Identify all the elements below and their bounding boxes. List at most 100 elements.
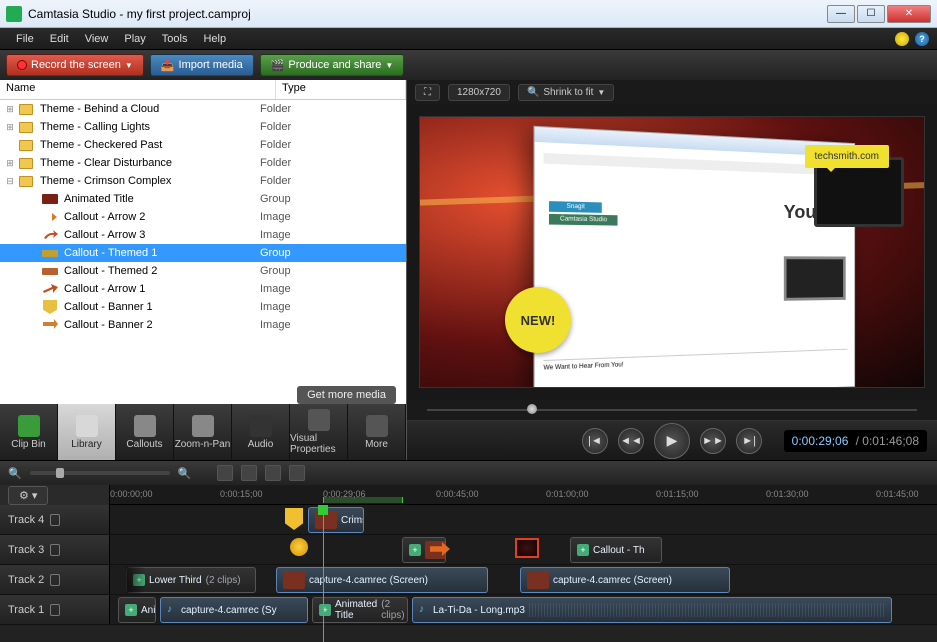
timeline-clip[interactable]: Crimson( bbox=[308, 507, 364, 533]
tab-audio[interactable]: Audio bbox=[232, 404, 290, 460]
play-button[interactable]: ▶ bbox=[654, 423, 690, 459]
track-lane[interactable]: +Lower Third (2 clips) capture-4.camrec (… bbox=[110, 565, 937, 594]
timeline-clip[interactable]: capture-4.camrec (Screen) bbox=[276, 567, 488, 593]
timeline-clip[interactable]: +Animated Title (2 clips) bbox=[312, 597, 408, 623]
app-icon bbox=[6, 6, 22, 22]
library-row[interactable]: ⊞Theme - Clear DisturbanceFolder bbox=[0, 154, 406, 172]
help-icon[interactable]: ? bbox=[915, 32, 929, 46]
banner1-icon bbox=[40, 300, 60, 314]
library-row[interactable]: Animated TitleGroup bbox=[0, 190, 406, 208]
library-row[interactable]: Callout - Themed 2Group bbox=[0, 262, 406, 280]
preview-scrubber[interactable] bbox=[407, 400, 937, 420]
lock-icon[interactable] bbox=[50, 604, 60, 616]
timeline-clip[interactable]: +Lower Third (2 clips) bbox=[126, 567, 256, 593]
waveform bbox=[529, 603, 885, 617]
preview-zoom-mode[interactable]: 🔍 Shrink to fit ▼ bbox=[518, 84, 614, 101]
library-row[interactable]: Callout - Arrow 2Image bbox=[0, 208, 406, 226]
library-row[interactable]: Callout - Arrow 3Image bbox=[0, 226, 406, 244]
import-label: Import media bbox=[179, 59, 243, 71]
lock-icon[interactable] bbox=[50, 574, 60, 586]
lock-icon[interactable] bbox=[50, 514, 60, 526]
timeline-clip[interactable]: ♪capture-4.camrec (Sy bbox=[160, 597, 308, 623]
library-row[interactable]: Callout - Themed 1Group bbox=[0, 244, 406, 262]
timeline-marker[interactable] bbox=[515, 538, 539, 558]
paste-button[interactable] bbox=[289, 465, 305, 481]
lock-icon[interactable] bbox=[50, 544, 60, 556]
timeline-marker[interactable] bbox=[285, 508, 303, 530]
copy-button[interactable] bbox=[265, 465, 281, 481]
step-back-button[interactable]: ◄◄ bbox=[618, 428, 644, 454]
zoom-in-icon[interactable]: 🔍 bbox=[178, 467, 192, 480]
ruler-tick: 0:01:30;00 bbox=[766, 489, 809, 499]
new-callout: NEW! bbox=[505, 287, 571, 353]
window-titlebar: Camtasia Studio - my first project.campr… bbox=[0, 0, 937, 28]
track-label[interactable]: Track 1 bbox=[0, 595, 110, 624]
split-button[interactable] bbox=[241, 465, 257, 481]
zoom-out-icon[interactable]: 🔍 bbox=[8, 467, 22, 480]
prev-clip-button[interactable]: |◄ bbox=[582, 428, 608, 454]
tab-zoom[interactable]: Zoom-n-Pan bbox=[174, 404, 232, 460]
tab-clipbin[interactable]: Clip Bin bbox=[0, 404, 58, 460]
produce-label: Produce and share bbox=[288, 59, 381, 71]
track-lane[interactable]: +Cri+Callout - Th bbox=[110, 535, 937, 564]
track-label[interactable]: Track 2 bbox=[0, 565, 110, 594]
library-row[interactable]: Theme - Checkered PastFolder bbox=[0, 136, 406, 154]
timeline-marker[interactable] bbox=[290, 538, 308, 556]
preview-dimensions[interactable]: 1280x720 bbox=[448, 84, 510, 101]
expand-icon[interactable]: + bbox=[125, 604, 137, 616]
next-clip-button[interactable]: ►| bbox=[736, 428, 762, 454]
expand-icon[interactable]: + bbox=[319, 604, 331, 616]
expand-icon[interactable]: + bbox=[409, 544, 421, 556]
tab-more[interactable]: More bbox=[348, 404, 406, 460]
window-close-button[interactable]: ✕ bbox=[887, 5, 931, 23]
import-media-button[interactable]: 📥 Import media bbox=[150, 54, 254, 76]
library-row[interactable]: Callout - Arrow 1Image bbox=[0, 280, 406, 298]
library-row[interactable]: ⊞Theme - Behind a CloudFolder bbox=[0, 100, 406, 118]
track-lane[interactable]: +Anim♪capture-4.camrec (Sy+Animated Titl… bbox=[110, 595, 937, 624]
tab-callouts[interactable]: Callouts bbox=[116, 404, 174, 460]
timeline-clip[interactable]: ♪La-Ti-Da - Long.mp3 bbox=[412, 597, 892, 623]
produce-share-button[interactable]: 🎬 Produce and share ▼ bbox=[260, 54, 405, 76]
record-screen-button[interactable]: Record the screen ▼ bbox=[6, 54, 144, 76]
expand-icon[interactable]: + bbox=[133, 574, 145, 586]
timeline-ruler[interactable]: 0:00:00;000:00:15;000:00:29;060:00:45;00… bbox=[110, 485, 937, 504]
tab-visual[interactable]: Visual Properties bbox=[290, 404, 348, 460]
menu-view[interactable]: View bbox=[77, 33, 117, 45]
menu-help[interactable]: Help bbox=[195, 33, 234, 45]
menu-play[interactable]: Play bbox=[116, 33, 153, 45]
cut-button[interactable] bbox=[217, 465, 233, 481]
preview-canvas[interactable]: Snagit Camtasia Studio We Want to Hear F… bbox=[407, 104, 937, 400]
record-icon bbox=[17, 60, 27, 70]
library-row[interactable]: Callout - Banner 1Image bbox=[0, 298, 406, 316]
timeline-clip[interactable]: capture-4.camrec (Screen) bbox=[520, 567, 730, 593]
window-maximize-button[interactable]: ☐ bbox=[857, 5, 885, 23]
ruler-tick: 0:00:15;00 bbox=[220, 489, 263, 499]
track-label[interactable]: Track 3 bbox=[0, 535, 110, 564]
library-row[interactable]: ⊞Theme - Calling LightsFolder bbox=[0, 118, 406, 136]
more-icon bbox=[366, 415, 388, 437]
track-lane[interactable]: Crimson( bbox=[110, 505, 937, 534]
tips-icon[interactable] bbox=[895, 32, 909, 46]
window-minimize-button[interactable]: — bbox=[827, 5, 855, 23]
tab-library[interactable]: Library bbox=[58, 404, 116, 460]
title-icon bbox=[40, 194, 60, 204]
step-forward-button[interactable]: ►► bbox=[700, 428, 726, 454]
menu-edit[interactable]: Edit bbox=[42, 33, 77, 45]
get-more-media-button[interactable]: Get more media bbox=[297, 386, 396, 404]
timeline-zoom-slider[interactable] bbox=[30, 471, 170, 475]
timeline-clip[interactable]: +Callout - Th bbox=[570, 537, 662, 563]
playhead[interactable] bbox=[323, 505, 324, 642]
col-name[interactable]: Name bbox=[0, 80, 276, 99]
timeline-settings-button[interactable]: ⚙ ▾ bbox=[8, 486, 48, 505]
menu-tools[interactable]: Tools bbox=[154, 33, 196, 45]
clip-thumbnail bbox=[527, 571, 549, 589]
library-header: Name Type bbox=[0, 80, 406, 100]
menu-file[interactable]: File bbox=[8, 33, 42, 45]
col-type[interactable]: Type bbox=[276, 80, 406, 99]
track-label[interactable]: Track 4 bbox=[0, 505, 110, 534]
timeline-clip[interactable]: +Anim bbox=[118, 597, 156, 623]
detach-preview-button[interactable]: ⛶ bbox=[415, 84, 440, 101]
library-row[interactable]: ⊟Theme - Crimson ComplexFolder bbox=[0, 172, 406, 190]
expand-icon[interactable]: + bbox=[577, 544, 589, 556]
library-row[interactable]: Callout - Banner 2Image bbox=[0, 316, 406, 334]
